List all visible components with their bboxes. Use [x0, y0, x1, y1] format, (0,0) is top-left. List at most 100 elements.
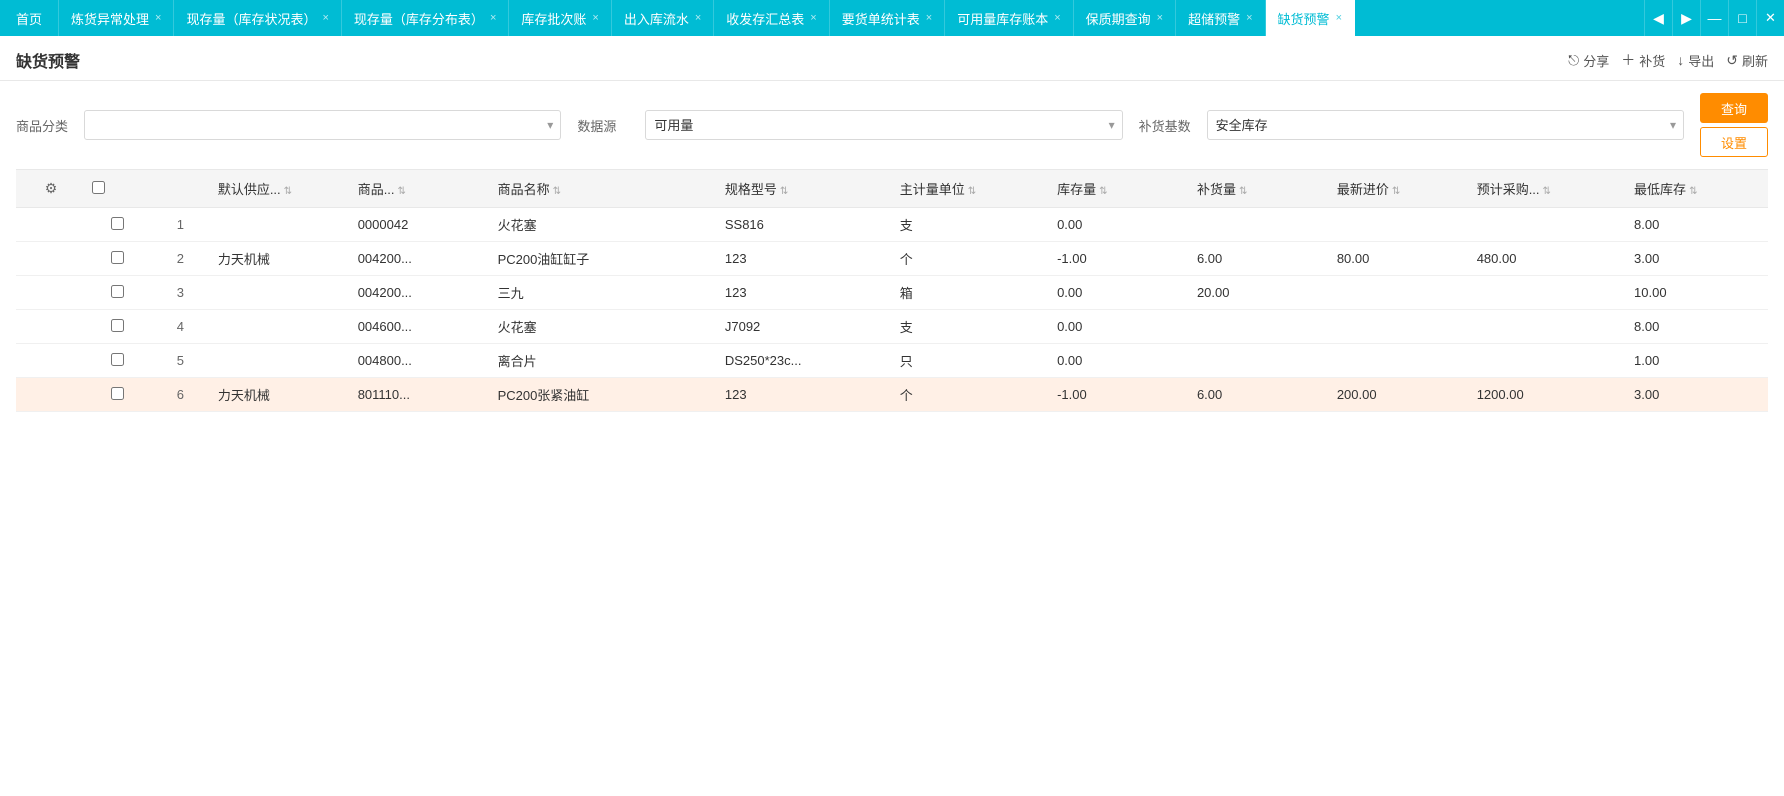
- home-label: 首页: [16, 9, 42, 28]
- nav-tab[interactable]: 收发存汇总表×: [714, 0, 829, 36]
- nav-tab[interactable]: 现存量（库存状况表）×: [174, 0, 341, 36]
- row-gear-cell: [16, 276, 86, 310]
- row-product-name: 火花塞: [492, 208, 719, 242]
- replenish-icon: ＋: [1621, 50, 1635, 70]
- th-checkbox[interactable]: [86, 170, 149, 208]
- nav-tab[interactable]: 保质期查询×: [1074, 0, 1176, 36]
- header-actions: ⎋ 分享 ＋ 补货 ↓ 导出 ↺ 刷新: [1568, 50, 1768, 70]
- row-unit: 支: [894, 208, 1051, 242]
- export-button[interactable]: ↓ 导出: [1677, 51, 1714, 70]
- nav-tabs-container: 炼货异常处理×现存量（库存状况表）×现存量（库存分布表）×库存批次账×出入库流水…: [59, 0, 1644, 36]
- refresh-button[interactable]: ↺ 刷新: [1726, 51, 1768, 70]
- settings-button[interactable]: 设置: [1700, 127, 1768, 157]
- share-label: 分享: [1583, 51, 1609, 70]
- nav-arrow-right[interactable]: ▶: [1672, 0, 1700, 36]
- category-select[interactable]: [84, 110, 561, 140]
- row-spec: 123: [719, 242, 894, 276]
- row-stock: 0.00: [1051, 310, 1191, 344]
- th-replenish-qty[interactable]: 补货量⇅: [1191, 170, 1331, 208]
- row-supplier: [212, 310, 352, 344]
- tab-close-btn[interactable]: ×: [1336, 12, 1342, 24]
- th-est-purchase[interactable]: 预计采购...⇅: [1471, 170, 1628, 208]
- nav-minimize[interactable]: —: [1700, 0, 1728, 36]
- tab-close-btn[interactable]: ×: [155, 12, 161, 24]
- share-icon: ⎋: [1568, 52, 1579, 69]
- nav-tab[interactable]: 出入库流水×: [612, 0, 714, 36]
- row-checkbox-cell[interactable]: [86, 310, 149, 344]
- row-checkbox[interactable]: [111, 387, 124, 400]
- row-spec: SS816: [719, 208, 894, 242]
- nav-tab[interactable]: 要货单统计表×: [830, 0, 945, 36]
- row-stock: -1.00: [1051, 242, 1191, 276]
- nav-arrow-left[interactable]: ◀: [1644, 0, 1672, 36]
- th-product-name[interactable]: 商品名称⇅: [492, 170, 719, 208]
- row-checkbox[interactable]: [111, 251, 124, 264]
- th-spec[interactable]: 规格型号⇅: [719, 170, 894, 208]
- row-product-code: 801110...: [352, 378, 492, 412]
- row-checkbox-cell[interactable]: [86, 378, 149, 412]
- nav-tab[interactable]: 可用量库存账本×: [945, 0, 1073, 36]
- row-number: 2: [149, 242, 212, 276]
- th-default-supplier[interactable]: 默认供应...⇅: [212, 170, 352, 208]
- row-supplier: 力天机械: [212, 378, 352, 412]
- row-number: 1: [149, 208, 212, 242]
- th-stock[interactable]: 库存量⇅: [1051, 170, 1191, 208]
- th-latest-price[interactable]: 最新进价⇅: [1331, 170, 1471, 208]
- row-checkbox[interactable]: [111, 353, 124, 366]
- row-supplier: [212, 276, 352, 310]
- row-supplier: [212, 344, 352, 378]
- th-product-code[interactable]: 商品...⇅: [352, 170, 492, 208]
- row-est-purchase: [1471, 344, 1628, 378]
- nav-maximize[interactable]: □: [1728, 0, 1756, 36]
- row-checkbox-cell[interactable]: [86, 242, 149, 276]
- filter-actions: 查询 设置: [1700, 93, 1768, 157]
- row-checkbox-cell[interactable]: [86, 208, 149, 242]
- table-row: 3004200...三九123箱0.0020.0010.00: [16, 276, 1768, 310]
- row-spec: J7092: [719, 310, 894, 344]
- nav-tab[interactable]: 超储预警×: [1176, 0, 1265, 36]
- top-navigation: 首页 炼货异常处理×现存量（库存状况表）×现存量（库存分布表）×库存批次账×出入…: [0, 0, 1784, 36]
- refresh-icon: ↺: [1726, 52, 1738, 69]
- replenish-button[interactable]: ＋ 补货: [1621, 50, 1665, 70]
- nav-tab[interactable]: 炼货异常处理×: [59, 0, 174, 36]
- tab-close-btn[interactable]: ×: [695, 12, 701, 24]
- row-checkbox[interactable]: [111, 285, 124, 298]
- nav-tab[interactable]: 现存量（库存分布表）×: [342, 0, 509, 36]
- th-min-stock[interactable]: 最低库存⇅: [1628, 170, 1768, 208]
- tab-close-btn[interactable]: ×: [1054, 12, 1060, 24]
- tab-close-btn[interactable]: ×: [926, 12, 932, 24]
- row-unit: 个: [894, 378, 1051, 412]
- gear-settings-btn[interactable]: ⚙: [43, 178, 60, 199]
- row-checkbox-cell[interactable]: [86, 276, 149, 310]
- row-latest-price: 80.00: [1331, 242, 1471, 276]
- nav-arrows: ◀ ▶ — □ ✕: [1644, 0, 1784, 36]
- table-header-row: ⚙ 默认供应...⇅ 商品...⇅ 商品名称⇅ 规格型号⇅ 主计量单位⇅ 库存量…: [16, 170, 1768, 208]
- th-unit[interactable]: 主计量单位⇅: [894, 170, 1051, 208]
- row-checkbox[interactable]: [111, 319, 124, 332]
- query-button[interactable]: 查询: [1700, 93, 1768, 123]
- nav-home[interactable]: 首页: [0, 0, 59, 36]
- select-all-checkbox[interactable]: [92, 181, 105, 194]
- nav-tab[interactable]: 库存批次账×: [509, 0, 611, 36]
- row-number: 5: [149, 344, 212, 378]
- row-checkbox[interactable]: [111, 217, 124, 230]
- nav-close[interactable]: ✕: [1756, 0, 1784, 36]
- row-checkbox-cell[interactable]: [86, 344, 149, 378]
- tab-close-btn[interactable]: ×: [322, 12, 328, 24]
- tab-close-btn[interactable]: ×: [592, 12, 598, 24]
- share-button[interactable]: ⎋ 分享: [1568, 51, 1609, 70]
- datasource-select[interactable]: 可用量: [645, 110, 1122, 140]
- row-product-code: 004600...: [352, 310, 492, 344]
- th-gear[interactable]: ⚙: [16, 170, 86, 208]
- tab-close-btn[interactable]: ×: [810, 12, 816, 24]
- row-gear-cell: [16, 344, 86, 378]
- replenish-base-select[interactable]: 安全库存: [1207, 110, 1684, 140]
- row-min-stock: 3.00: [1628, 378, 1768, 412]
- nav-tab[interactable]: 缺货预警×: [1266, 0, 1355, 36]
- tab-close-btn[interactable]: ×: [1157, 12, 1163, 24]
- tab-close-btn[interactable]: ×: [490, 12, 496, 24]
- tab-close-btn[interactable]: ×: [1246, 12, 1252, 24]
- row-unit: 只: [894, 344, 1051, 378]
- refresh-label: 刷新: [1742, 51, 1768, 70]
- row-gear-cell: [16, 242, 86, 276]
